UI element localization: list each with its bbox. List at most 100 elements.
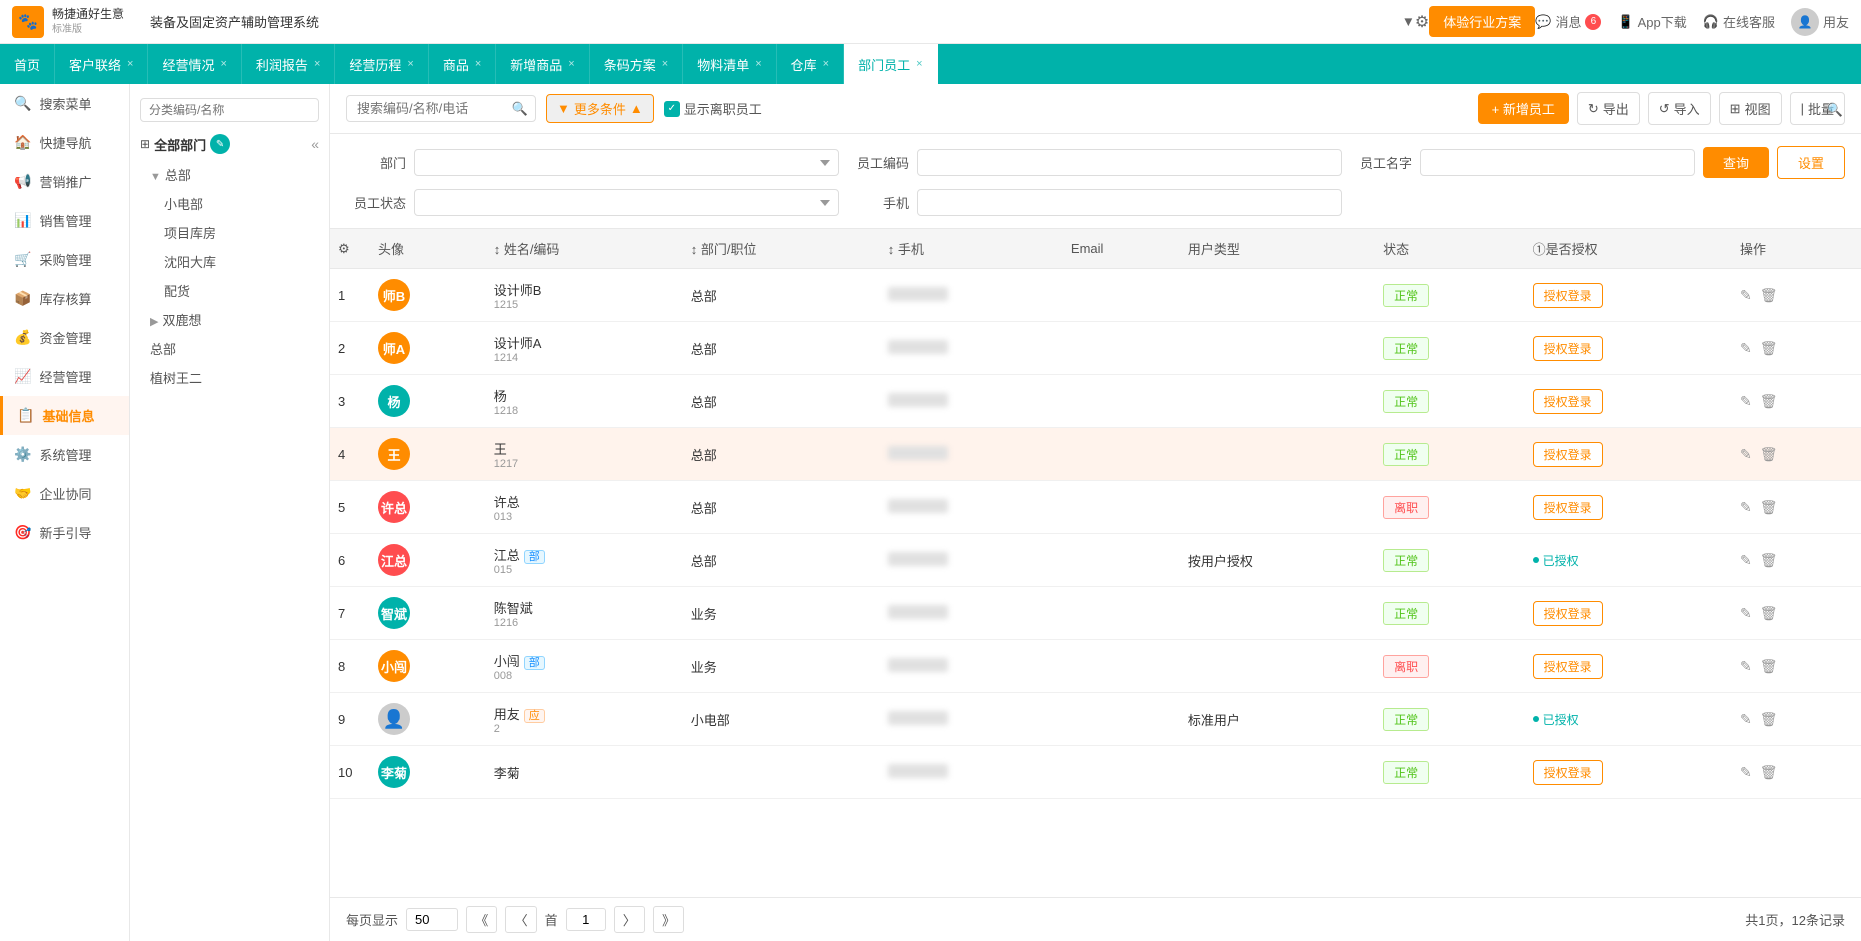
delete-btn[interactable]: 🗑	[1760, 658, 1778, 675]
sidebar-item-basic-info[interactable]: 📋 基础信息	[0, 396, 129, 435]
close-icon[interactable]: ×	[568, 58, 574, 70]
close-icon[interactable]: ×	[475, 58, 481, 70]
sidebar-item-sales[interactable]: 📊 销售管理	[0, 201, 129, 240]
edit-btn[interactable]: ✎	[1740, 605, 1752, 622]
dept-node-zongbu[interactable]: 总部	[136, 334, 323, 363]
delete-btn[interactable]: 🗑	[1760, 552, 1778, 569]
close-icon[interactable]: ×	[755, 58, 761, 70]
employee-search-input[interactable]	[346, 95, 536, 122]
sidebar-item-search[interactable]: 🔍 搜索菜单	[0, 84, 129, 123]
empname-filter-input[interactable]	[1420, 149, 1695, 176]
edit-btn[interactable]: ✎	[1740, 287, 1752, 304]
dept-node-zongbu-parent[interactable]: ▼总部	[136, 160, 323, 189]
dept-edit-btn[interactable]: ✎	[210, 134, 230, 154]
sidebar-item-finance[interactable]: 💰 资金管理	[0, 318, 129, 357]
auth-login-btn[interactable]: 授权登录	[1533, 389, 1603, 414]
auth-login-btn[interactable]: 授权登录	[1533, 283, 1603, 308]
delete-btn[interactable]: 🗑	[1760, 764, 1778, 781]
sidebar-item-business[interactable]: 📈 经营管理	[0, 357, 129, 396]
dept-filter-select[interactable]	[414, 149, 839, 176]
nav-tab-barcode[interactable]: 条码方案 ×	[590, 44, 683, 84]
col-dept[interactable]: ↕ 部门/职位	[683, 229, 880, 269]
import-btn[interactable]: ↺ 导入	[1648, 92, 1711, 125]
app-download-btn[interactable]: 📱 App下载	[1617, 12, 1686, 31]
close-icon[interactable]: ×	[127, 58, 133, 70]
sidebar-item-marketing[interactable]: 📢 营销推广	[0, 162, 129, 201]
first-page-btn[interactable]: 《	[466, 906, 497, 933]
nav-tab-bom[interactable]: 物料清单 ×	[683, 44, 776, 84]
delete-btn[interactable]: 🗑	[1760, 393, 1778, 410]
dept-node-shuanglu[interactable]: ▶双鹿想	[136, 305, 323, 334]
empstatus-filter-select[interactable]	[414, 189, 839, 216]
more-filter-btn[interactable]: ▼ 更多条件 ▲	[546, 94, 654, 123]
close-icon[interactable]: ×	[220, 58, 226, 70]
edit-btn[interactable]: ✎	[1740, 711, 1752, 728]
dept-collapse-btn[interactable]: «	[311, 136, 319, 152]
edit-btn[interactable]: ✎	[1740, 658, 1752, 675]
page-number-input[interactable]	[566, 908, 606, 931]
delete-btn[interactable]: 🗑	[1760, 499, 1778, 516]
sidebar-item-inventory[interactable]: 📦 库存核算	[0, 279, 129, 318]
dept-node-shenyang[interactable]: 沈阳大库	[136, 247, 323, 276]
trial-btn[interactable]: 体验行业方案	[1429, 6, 1535, 37]
sidebar-item-nav[interactable]: 🏠 快捷导航	[0, 123, 129, 162]
set-btn[interactable]: 设置	[1777, 146, 1845, 179]
auth-login-btn[interactable]: 授权登录	[1533, 336, 1603, 361]
dept-node-xiaodian[interactable]: 小电部	[136, 189, 323, 218]
nav-tab-profit[interactable]: 利润报告 ×	[242, 44, 335, 84]
dept-search-input[interactable]	[140, 98, 319, 122]
close-icon[interactable]: ×	[407, 58, 413, 70]
auth-login-btn[interactable]: 授权登录	[1533, 654, 1603, 679]
auth-login-btn[interactable]: 授权登录	[1533, 442, 1603, 467]
close-icon[interactable]: ×	[823, 58, 829, 70]
sidebar-item-system[interactable]: ⚙️ 系统管理	[0, 435, 129, 474]
delete-btn[interactable]: 🗑	[1760, 605, 1778, 622]
auth-login-btn[interactable]: 授权登录	[1533, 760, 1603, 785]
online-service-btn[interactable]: 🎧 在线客服	[1703, 12, 1775, 31]
sidebar-item-purchase[interactable]: 🛒 采购管理	[0, 240, 129, 279]
nav-tab-customers[interactable]: 客户联络 ×	[55, 44, 148, 84]
close-icon[interactable]: ×	[662, 58, 668, 70]
nav-tab-warehouse[interactable]: 仓库 ×	[777, 44, 844, 84]
edit-btn[interactable]: ✎	[1740, 764, 1752, 781]
col-settings[interactable]: ⚙	[330, 229, 370, 269]
show-resigned-toggle[interactable]: ✓ 显示离职员工	[664, 99, 762, 118]
edit-btn[interactable]: ✎	[1740, 393, 1752, 410]
next-page-btn[interactable]: 〉	[614, 906, 645, 933]
nav-tab-operations[interactable]: 经营情况 ×	[148, 44, 241, 84]
auth-login-btn[interactable]: 授权登录	[1533, 601, 1603, 626]
edit-btn[interactable]: ✎	[1740, 552, 1752, 569]
nav-tab-new-goods[interactable]: 新增商品 ×	[496, 44, 589, 84]
messages-btn[interactable]: 💬 消息 6	[1535, 12, 1601, 31]
system-dropdown-btn[interactable]: ▼	[1402, 14, 1415, 29]
delete-btn[interactable]: 🗑	[1760, 711, 1778, 728]
last-page-btn[interactable]: 》	[653, 906, 684, 933]
prev-page-btn[interactable]: 〈	[505, 906, 536, 933]
close-icon[interactable]: ×	[916, 58, 922, 70]
col-phone[interactable]: ↕ 手机	[880, 229, 1063, 269]
per-page-select[interactable]: 50 20 100	[406, 908, 458, 931]
search-btn[interactable]: 查询	[1703, 147, 1769, 178]
delete-btn[interactable]: 🗑	[1760, 287, 1778, 304]
sidebar-item-guide[interactable]: 🎯 新手引导	[0, 513, 129, 552]
empcode-filter-input[interactable]	[917, 149, 1342, 176]
user-btn[interactable]: 👤 用友	[1791, 8, 1849, 36]
auth-login-btn[interactable]: 授权登录	[1533, 495, 1603, 520]
phone-filter-input[interactable]	[917, 189, 1342, 216]
dept-node-peihuo[interactable]: 配货	[136, 276, 323, 305]
nav-tab-employees[interactable]: 部门员工 ×	[844, 44, 937, 84]
view-btn[interactable]: ⊞ 视图	[1719, 92, 1782, 125]
nav-tab-goods[interactable]: 商品 ×	[429, 44, 496, 84]
sidebar-item-collab[interactable]: 🤝 企业协同	[0, 474, 129, 513]
dept-node-zhishu[interactable]: 植树王二	[136, 363, 323, 392]
export-btn[interactable]: ↻ 导出	[1577, 92, 1640, 125]
dept-node-project[interactable]: 项目库房	[136, 218, 323, 247]
nav-tab-home[interactable]: 首页	[0, 44, 55, 84]
edit-btn[interactable]: ✎	[1740, 340, 1752, 357]
edit-btn[interactable]: ✎	[1740, 446, 1752, 463]
close-icon[interactable]: ×	[314, 58, 320, 70]
nav-tab-history[interactable]: 经营历程 ×	[335, 44, 428, 84]
settings-btn[interactable]: ⚙	[1415, 12, 1429, 32]
delete-btn[interactable]: 🗑	[1760, 446, 1778, 463]
add-employee-btn[interactable]: + 新增员工	[1478, 93, 1569, 124]
